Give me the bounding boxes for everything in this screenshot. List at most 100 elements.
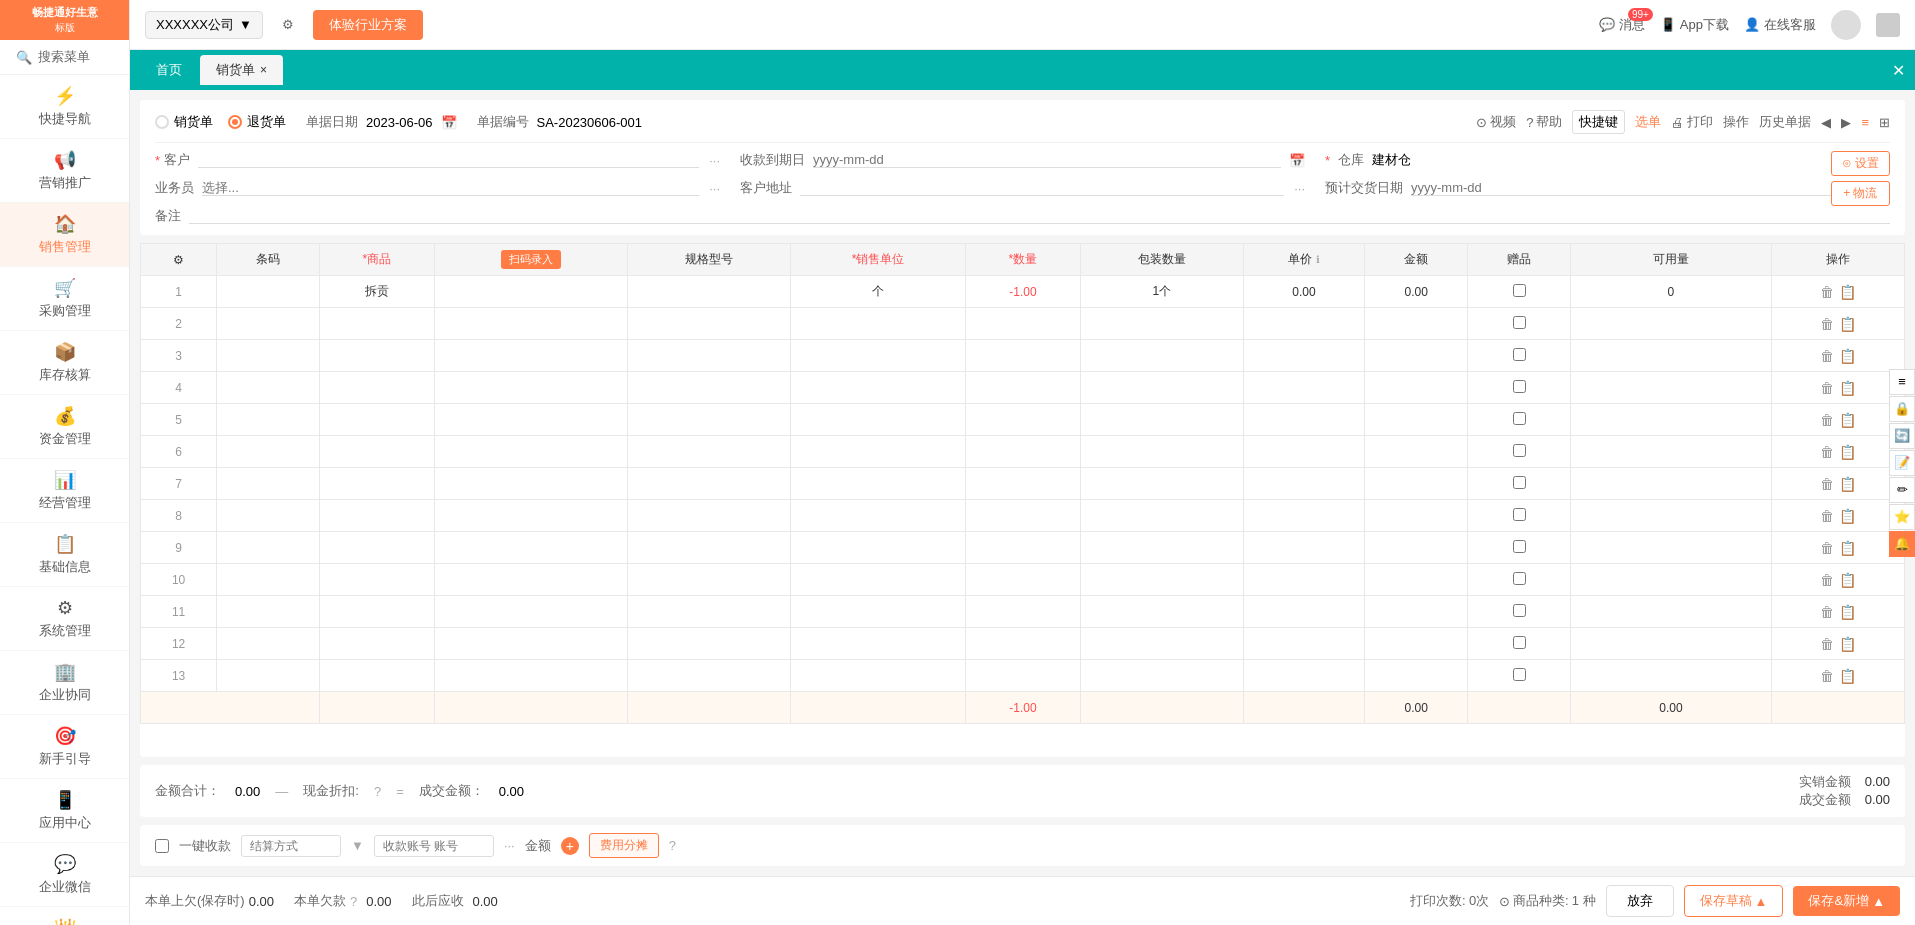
cell-amount[interactable]: 0.00 bbox=[1365, 276, 1468, 308]
cell-unit[interactable] bbox=[791, 596, 966, 628]
cell-gift[interactable] bbox=[1468, 276, 1571, 308]
cell-product[interactable] bbox=[320, 340, 435, 372]
cell-gift[interactable] bbox=[1468, 628, 1571, 660]
sidebar-item-member[interactable]: 👑 畅会员 bbox=[0, 907, 129, 925]
save-draft-chevron[interactable]: ▲ bbox=[1755, 894, 1768, 909]
cell-pack-qty[interactable] bbox=[1080, 596, 1243, 628]
cell-unit-price[interactable] bbox=[1243, 340, 1364, 372]
sidebar-item-basic-info[interactable]: 📋 基础信息 bbox=[0, 523, 129, 587]
cell-unit-price[interactable] bbox=[1243, 500, 1364, 532]
copy-row-icon[interactable]: 📋 bbox=[1839, 316, 1856, 332]
cell-quantity[interactable] bbox=[966, 308, 1081, 340]
cell-amount[interactable] bbox=[1365, 628, 1468, 660]
cell-unit[interactable] bbox=[791, 564, 966, 596]
cell-barcode[interactable] bbox=[217, 532, 320, 564]
logistics-button[interactable]: + 物流 bbox=[1831, 181, 1890, 206]
app-download-button[interactable]: 📱 App下载 bbox=[1660, 16, 1729, 34]
cell-spec[interactable] bbox=[628, 564, 791, 596]
cell-unit-price[interactable] bbox=[1243, 404, 1364, 436]
cell-quantity[interactable] bbox=[966, 660, 1081, 692]
cell-pack-qty[interactable] bbox=[1080, 436, 1243, 468]
cell-product[interactable] bbox=[320, 308, 435, 340]
cell-unit-price[interactable]: 0.00 bbox=[1243, 276, 1364, 308]
action-print[interactable]: 🖨 打印 bbox=[1671, 113, 1713, 131]
cell-gift[interactable] bbox=[1468, 596, 1571, 628]
copy-row-icon[interactable]: 📋 bbox=[1839, 380, 1856, 396]
expense-split-button[interactable]: 费用分摊 bbox=[589, 833, 659, 858]
customer-input[interactable] bbox=[198, 152, 699, 168]
cell-gift[interactable] bbox=[1468, 404, 1571, 436]
cell-barcode[interactable] bbox=[217, 404, 320, 436]
cell-amount[interactable] bbox=[1365, 660, 1468, 692]
copy-row-icon[interactable]: 📋 bbox=[1839, 540, 1856, 556]
copy-row-icon[interactable]: 📋 bbox=[1839, 412, 1856, 428]
cell-spec[interactable] bbox=[628, 468, 791, 500]
action-history[interactable]: 历史单据 bbox=[1759, 113, 1811, 131]
delete-row-icon[interactable]: 🗑 bbox=[1820, 348, 1834, 364]
cell-pack-qty[interactable] bbox=[1080, 532, 1243, 564]
cell-product[interactable] bbox=[320, 596, 435, 628]
cell-pack-qty[interactable] bbox=[1080, 628, 1243, 660]
cell-spec[interactable] bbox=[628, 500, 791, 532]
cell-spec[interactable] bbox=[628, 308, 791, 340]
delete-row-icon[interactable]: 🗑 bbox=[1820, 444, 1834, 460]
cell-spec[interactable] bbox=[628, 436, 791, 468]
address-dots[interactable]: ··· bbox=[1294, 181, 1305, 196]
cell-barcode[interactable] bbox=[217, 436, 320, 468]
cell-barcode[interactable] bbox=[217, 564, 320, 596]
cell-unit[interactable] bbox=[791, 436, 966, 468]
cell-unit-price[interactable] bbox=[1243, 532, 1364, 564]
debt-info-icon[interactable]: ? bbox=[350, 894, 357, 909]
cell-unit[interactable] bbox=[791, 308, 966, 340]
cell-barcode[interactable] bbox=[217, 308, 320, 340]
cell-spec[interactable] bbox=[628, 372, 791, 404]
cell-quantity[interactable] bbox=[966, 628, 1081, 660]
col-settings[interactable]: ⚙ bbox=[141, 244, 217, 276]
cell-unit-price[interactable] bbox=[1243, 660, 1364, 692]
cell-gift[interactable] bbox=[1468, 500, 1571, 532]
cell-unit[interactable] bbox=[791, 468, 966, 500]
account-input[interactable] bbox=[374, 835, 494, 857]
cell-product[interactable] bbox=[320, 468, 435, 500]
cell-pack-qty[interactable]: 1个 bbox=[1080, 276, 1243, 308]
right-panel-btn-1[interactable]: ≡ bbox=[1889, 369, 1915, 395]
cell-quantity[interactable] bbox=[966, 404, 1081, 436]
cell-unit[interactable] bbox=[791, 532, 966, 564]
cell-spec[interactable] bbox=[628, 404, 791, 436]
cell-quantity[interactable] bbox=[966, 596, 1081, 628]
sidebar-item-quick-nav[interactable]: ⚡ 快捷导航 bbox=[0, 75, 129, 139]
cell-unit[interactable] bbox=[791, 500, 966, 532]
cell-spec[interactable] bbox=[628, 276, 791, 308]
message-button[interactable]: 💬 消息 99+ bbox=[1599, 16, 1645, 34]
cell-gift[interactable] bbox=[1468, 436, 1571, 468]
action-select[interactable]: 选单 bbox=[1635, 113, 1661, 131]
cell-gift[interactable] bbox=[1468, 660, 1571, 692]
sidebar-item-purchase[interactable]: 🛒 采购管理 bbox=[0, 267, 129, 331]
cell-product[interactable] bbox=[320, 436, 435, 468]
discard-button[interactable]: 放弃 bbox=[1606, 885, 1674, 917]
col-scan-btn[interactable]: 扫码录入 bbox=[434, 244, 627, 276]
delete-row-icon[interactable]: 🗑 bbox=[1820, 636, 1834, 652]
radio-return[interactable]: 退货单 bbox=[228, 113, 286, 131]
nav-next-icon[interactable]: ▶ bbox=[1841, 115, 1851, 130]
cell-unit-price[interactable] bbox=[1243, 596, 1364, 628]
cell-unit-price[interactable] bbox=[1243, 564, 1364, 596]
trial-button[interactable]: 体验行业方案 bbox=[313, 10, 423, 40]
company-selector[interactable]: XXXXXX公司 ▼ bbox=[145, 11, 263, 39]
delete-row-icon[interactable]: 🗑 bbox=[1820, 316, 1834, 332]
cell-unit[interactable] bbox=[791, 404, 966, 436]
cell-product[interactable]: 拆贡 bbox=[320, 276, 435, 308]
cell-gift[interactable] bbox=[1468, 308, 1571, 340]
delete-row-icon[interactable]: 🗑 bbox=[1820, 412, 1834, 428]
cell-barcode[interactable] bbox=[217, 628, 320, 660]
delete-row-icon[interactable]: 🗑 bbox=[1820, 604, 1834, 620]
cell-quantity[interactable] bbox=[966, 500, 1081, 532]
cell-spec[interactable] bbox=[628, 596, 791, 628]
cell-spec[interactable] bbox=[628, 660, 791, 692]
cell-pack-qty[interactable] bbox=[1080, 372, 1243, 404]
payment-due-input[interactable] bbox=[813, 152, 1281, 168]
expense-help-icon[interactable]: ? bbox=[669, 838, 676, 853]
sidebar-item-sales[interactable]: 🏠 销售管理 bbox=[0, 203, 129, 267]
discount-info-icon[interactable]: ? bbox=[374, 784, 381, 799]
delivery-date-input[interactable] bbox=[1411, 180, 1866, 196]
